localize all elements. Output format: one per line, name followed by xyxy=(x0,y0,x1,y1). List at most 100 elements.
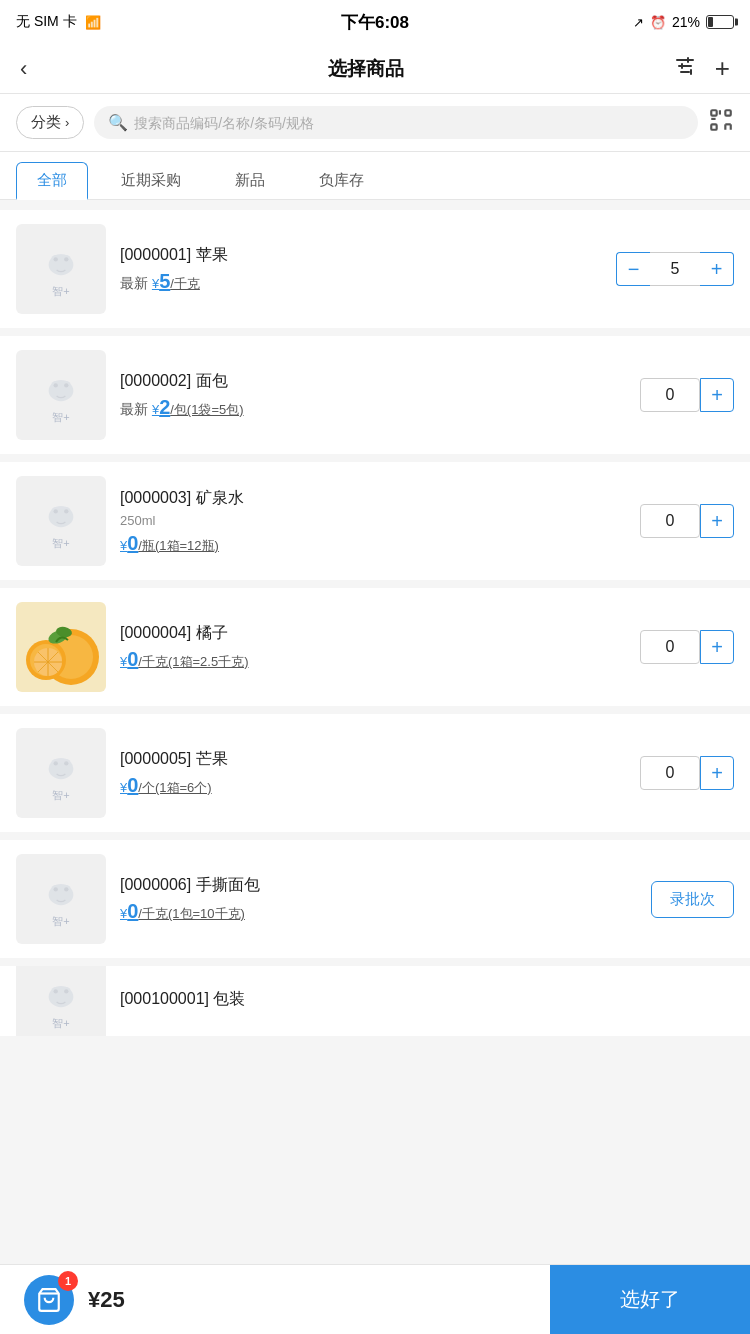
product-name: [0000001] 苹果 xyxy=(120,245,602,266)
product-name: [0000004] 橘子 xyxy=(120,623,626,644)
battery-percent: 21% xyxy=(672,14,700,30)
product-name: [000100001] 包装 xyxy=(120,989,734,1010)
wifi-icon: 📶 xyxy=(85,15,101,30)
status-right: ↗ ⏰ 21% xyxy=(633,14,734,30)
product-image: 智+ xyxy=(16,350,106,440)
qty-display: 0 xyxy=(640,504,700,538)
bottom-bar: 1 ¥25 选好了 xyxy=(0,1264,750,1334)
tab-negative[interactable]: 负库存 xyxy=(298,162,385,199)
product-list: 智+ [0000001] 苹果 最新 ¥5/千克 − + xyxy=(0,200,750,1054)
search-bar: 分类 › 🔍 xyxy=(0,94,750,152)
qty-plus-button[interactable]: + xyxy=(700,630,734,664)
product-info: [0000006] 手撕面包 ¥0/千克(1包=10千克) xyxy=(120,875,637,923)
svg-point-50 xyxy=(64,887,68,891)
cart-badge: 1 xyxy=(58,1271,78,1291)
page-title: 选择商品 xyxy=(328,56,404,82)
qty-minus-button[interactable]: − xyxy=(616,252,650,286)
list-item: 智+ [0000003] 矿泉水 250ml ¥0/瓶(1箱=12瓶) 0 + xyxy=(0,462,750,580)
tab-recent[interactable]: 近期采购 xyxy=(100,162,202,199)
qty-plus-button[interactable]: + xyxy=(700,756,734,790)
product-image: 智+ xyxy=(16,966,106,1036)
status-left: 无 SIM 卡 📶 xyxy=(16,13,101,31)
svg-rect-7 xyxy=(725,110,730,115)
svg-point-45 xyxy=(64,761,68,765)
search-input-wrap: 🔍 xyxy=(94,106,698,139)
qty-plus-button[interactable]: + xyxy=(700,378,734,412)
search-input[interactable] xyxy=(134,115,684,131)
nav-bar: ‹ 选择商品 + xyxy=(0,44,750,94)
svg-point-54 xyxy=(54,989,58,993)
tabs-bar: 全部 近期采购 新品 负库存 xyxy=(0,152,750,200)
svg-point-44 xyxy=(54,761,58,765)
battery-icon xyxy=(706,15,734,29)
nav-actions: + xyxy=(673,53,730,84)
svg-point-23 xyxy=(54,383,58,387)
svg-point-28 xyxy=(54,509,58,513)
qty-input[interactable] xyxy=(650,252,700,286)
scan-icon[interactable] xyxy=(708,107,734,139)
product-image: 智+ xyxy=(16,854,106,944)
qty-display: 0 xyxy=(640,756,700,790)
product-price: ¥0/千克(1包=10千克) xyxy=(120,900,637,923)
product-name: [0000006] 手撕面包 xyxy=(120,875,637,896)
filter-icon[interactable] xyxy=(673,54,697,84)
product-price: ¥0/瓶(1箱=12瓶) xyxy=(120,532,626,555)
product-image: 智+ xyxy=(16,224,106,314)
qty-control: 0 + xyxy=(640,630,734,664)
product-info: [0000002] 面包 最新 ¥2/包(1袋=5包) xyxy=(120,371,626,419)
product-info: [0000004] 橘子 ¥0/千克(1箱=2.5千克) xyxy=(120,623,626,671)
svg-point-49 xyxy=(54,887,58,891)
qty-control: 0 + xyxy=(640,756,734,790)
product-price: ¥0/千克(1箱=2.5千克) xyxy=(120,648,626,671)
qty-display: 0 xyxy=(640,378,700,412)
record-batch-button[interactable]: 录批次 xyxy=(651,881,734,918)
status-bar: 无 SIM 卡 📶 下午6:08 ↗ ⏰ 21% xyxy=(0,0,750,44)
product-name: [0000005] 芒果 xyxy=(120,749,626,770)
product-image: 智+ xyxy=(16,728,106,818)
status-time: 下午6:08 xyxy=(341,11,409,34)
list-item: 智+ [0000006] 手撕面包 ¥0/千克(1包=10千克) 录批次 xyxy=(0,840,750,958)
list-item: 智+ [0000005] 芒果 ¥0/个(1箱=6个) 0 + xyxy=(0,714,750,832)
tab-all[interactable]: 全部 xyxy=(16,162,88,200)
svg-rect-8 xyxy=(711,124,716,129)
product-info: [0000005] 芒果 ¥0/个(1箱=6个) xyxy=(120,749,626,797)
product-price: ¥0/个(1箱=6个) xyxy=(120,774,626,797)
list-item: [0000004] 橘子 ¥0/千克(1箱=2.5千克) 0 + xyxy=(0,588,750,706)
list-item: 智+ [0000002] 面包 最新 ¥2/包(1袋=5包) 0 + xyxy=(0,336,750,454)
cart-button[interactable]: 1 xyxy=(24,1275,74,1325)
back-button[interactable]: ‹ xyxy=(20,56,60,82)
qty-plus-button[interactable]: + xyxy=(700,252,734,286)
list-item: 智+ [000100001] 包装 xyxy=(0,966,750,1036)
qty-plus-button[interactable]: + xyxy=(700,504,734,538)
product-price: 最新 ¥5/千克 xyxy=(120,270,602,293)
qty-display: 0 xyxy=(640,630,700,664)
qty-control: − + xyxy=(616,252,734,286)
confirm-button[interactable]: 选好了 xyxy=(550,1265,750,1335)
qty-control: 0 + xyxy=(640,378,734,412)
list-item: 智+ [0000001] 苹果 最新 ¥5/千克 − + xyxy=(0,210,750,328)
svg-point-29 xyxy=(64,509,68,513)
location-icon: ↗ xyxy=(633,15,644,30)
category-button[interactable]: 分类 › xyxy=(16,106,84,139)
tab-new[interactable]: 新品 xyxy=(214,162,286,199)
svg-point-18 xyxy=(54,257,58,261)
cart-section: 1 ¥25 xyxy=(0,1275,125,1325)
product-spec: 250ml xyxy=(120,513,626,528)
product-info: [0000001] 苹果 最新 ¥5/千克 xyxy=(120,245,602,293)
search-icon: 🔍 xyxy=(108,113,128,132)
svg-rect-6 xyxy=(711,110,716,115)
alarm-icon: ⏰ xyxy=(650,15,666,30)
svg-point-19 xyxy=(64,257,68,261)
cart-total: ¥25 xyxy=(88,1287,125,1313)
product-image xyxy=(16,602,106,692)
product-name: [0000003] 矿泉水 xyxy=(120,488,626,509)
product-image: 智+ xyxy=(16,476,106,566)
svg-point-24 xyxy=(64,383,68,387)
chevron-right-icon: › xyxy=(65,115,69,130)
add-button[interactable]: + xyxy=(715,53,730,84)
product-info: [000100001] 包装 xyxy=(120,989,734,1014)
carrier-label: 无 SIM 卡 xyxy=(16,13,77,31)
product-name: [0000002] 面包 xyxy=(120,371,626,392)
product-info: [0000003] 矿泉水 250ml ¥0/瓶(1箱=12瓶) xyxy=(120,488,626,555)
svg-point-55 xyxy=(64,989,68,993)
